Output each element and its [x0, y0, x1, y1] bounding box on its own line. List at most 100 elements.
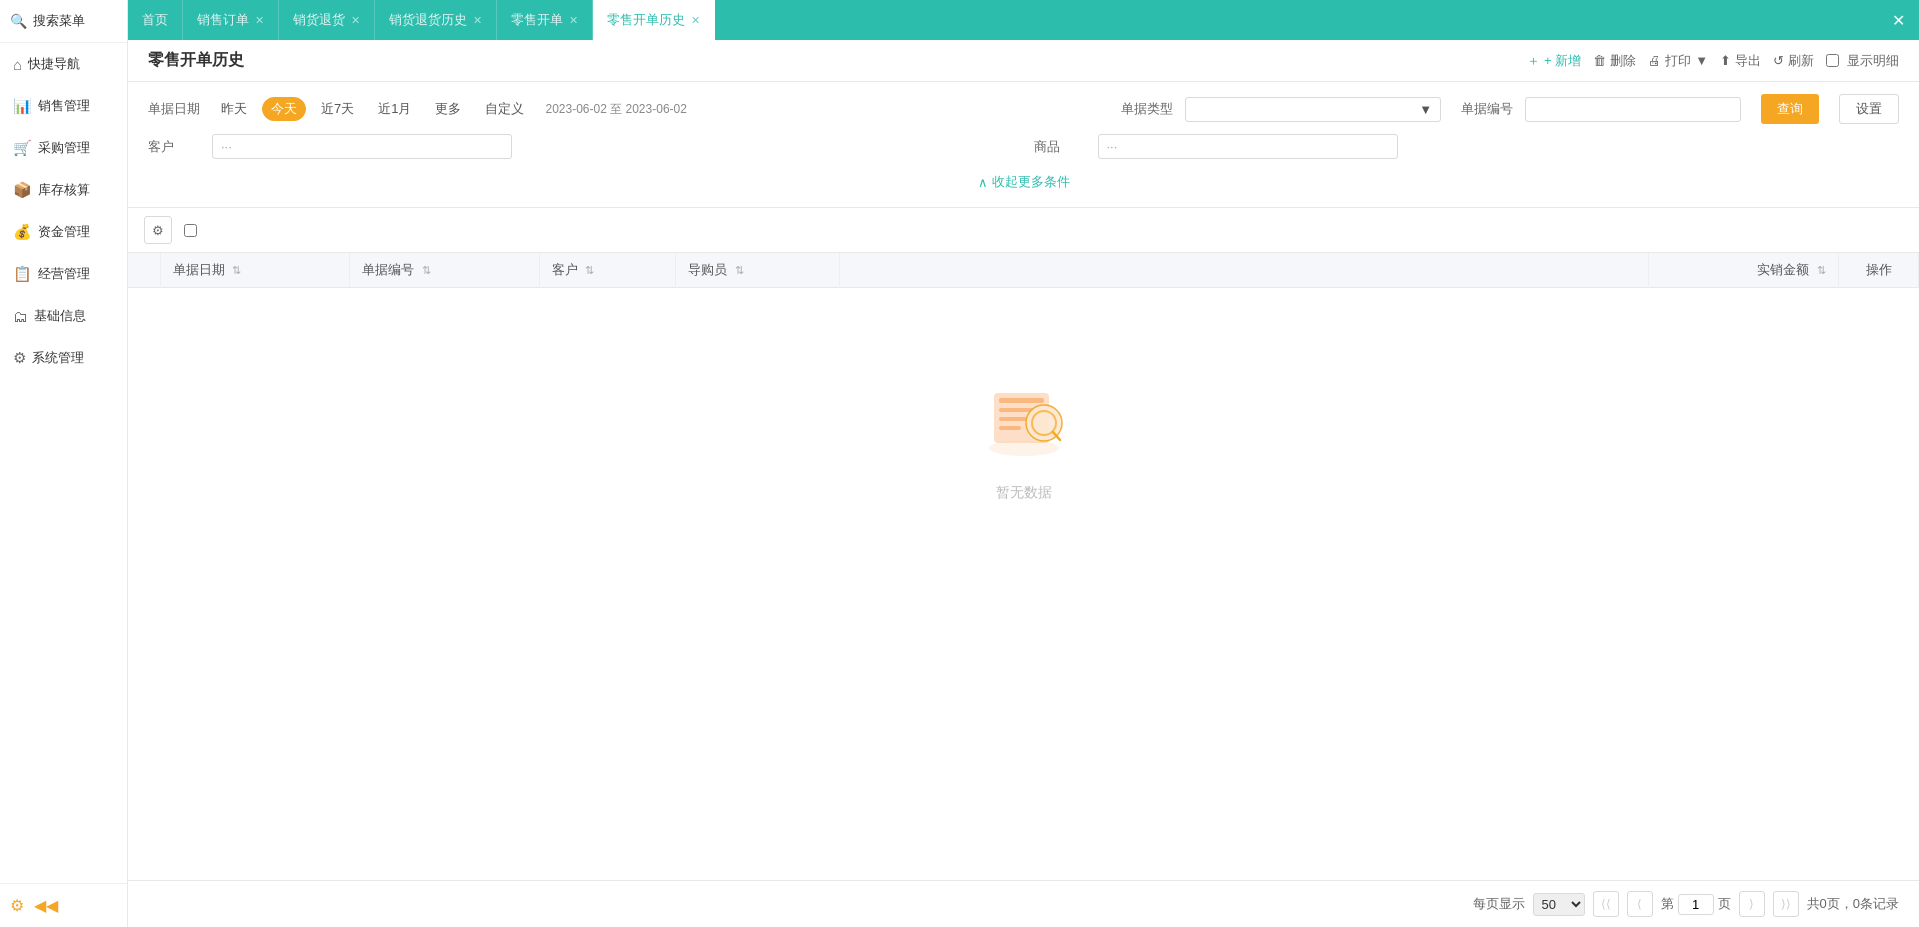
- search-menu-item[interactable]: 🔍 搜索菜单: [0, 0, 127, 43]
- pagination-total: 共0页，0条记录: [1807, 895, 1899, 913]
- page-indicator: 第 页: [1661, 894, 1731, 915]
- delete-button[interactable]: 🗑 删除: [1593, 52, 1636, 70]
- tab-label: 销货退货历史: [389, 11, 467, 29]
- sidebar-item-operations[interactable]: 📋 经营管理: [0, 253, 127, 295]
- table-header-row: 单据日期 ⇅ 单据编号 ⇅ 客户 ⇅: [128, 253, 1919, 288]
- tab-retail-open-history[interactable]: 零售开单历史 ✕: [593, 0, 715, 40]
- info-icon: 🗂: [13, 308, 28, 325]
- goods-select[interactable]: ···: [1098, 134, 1398, 159]
- tab-label: 首页: [142, 11, 168, 29]
- tab-close-icon[interactable]: ✕: [691, 14, 700, 27]
- search-icon: 🔍: [10, 13, 27, 29]
- sidebar-item-label: 经营管理: [38, 265, 90, 283]
- date-btn-yesterday[interactable]: 昨天: [212, 97, 256, 121]
- delete-icon: 🗑: [1593, 53, 1606, 68]
- display-cols-label: 显示明细: [1847, 52, 1899, 70]
- sidebar-item-purchase-mgmt[interactable]: 🛒 采购管理: [0, 127, 127, 169]
- th-amount[interactable]: 实销金额 ⇅: [1649, 253, 1839, 288]
- customer-label: 客户: [148, 138, 204, 156]
- settings-icon[interactable]: ⚙: [10, 896, 24, 915]
- svg-rect-2: [999, 398, 1044, 403]
- sidebar: 🔍 搜索菜单 ⌂ 快捷导航 📊 销售管理 🛒 采购管理 📦 库存核算 💰 资金管…: [0, 0, 128, 927]
- add-icon: ＋: [1527, 52, 1540, 70]
- query-button[interactable]: 查询: [1761, 94, 1819, 124]
- date-btn-custom[interactable]: 自定义: [476, 97, 533, 121]
- sort-icon: ⇅: [735, 264, 744, 276]
- display-cols-checkbox[interactable]: [1826, 54, 1839, 67]
- next-page-btn[interactable]: ⟩: [1739, 891, 1765, 917]
- tab-sales-return-history[interactable]: 销货退货历史 ✕: [375, 0, 497, 40]
- tab-close-icon[interactable]: ✕: [473, 14, 482, 27]
- date-btn-1month[interactable]: 近1月: [369, 97, 420, 121]
- select-all-checkbox[interactable]: [184, 224, 197, 237]
- page-label: 第: [1661, 895, 1674, 913]
- cart-icon: 🛒: [13, 139, 32, 157]
- doc-no-input[interactable]: [1525, 97, 1741, 122]
- empty-state: 暂无数据: [128, 288, 1919, 542]
- tab-retail-open[interactable]: 零售开单 ✕: [497, 0, 593, 40]
- empty-illustration: [974, 368, 1074, 468]
- settings-button[interactable]: 设置: [1839, 94, 1899, 124]
- first-page-btn[interactable]: ⟨⟨: [1593, 891, 1619, 917]
- last-page-btn[interactable]: ⟩⟩: [1773, 891, 1799, 917]
- delete-label: 删除: [1610, 52, 1636, 70]
- print-dropdown-icon: ▼: [1695, 53, 1708, 68]
- tab-close-icon[interactable]: ✕: [569, 14, 578, 27]
- table-toolbar: ⚙: [128, 208, 1919, 253]
- chevron-up-icon: ∧: [978, 175, 988, 190]
- display-cols-button[interactable]: 显示明细: [1826, 52, 1899, 70]
- add-button[interactable]: ＋ + 新增: [1527, 52, 1581, 70]
- sidebar-item-quick-nav[interactable]: ⌂ 快捷导航: [0, 43, 127, 85]
- sidebar-item-sys-mgmt[interactable]: ⚙ 系统管理: [0, 337, 127, 379]
- prev-page-btn[interactable]: ⟨: [1627, 891, 1653, 917]
- filter-row-1: 单据日期 昨天 今天 近7天 近1月 更多 自定义 2023-06-02 至 2…: [148, 94, 1899, 124]
- sidebar-item-sales-mgmt[interactable]: 📊 销售管理: [0, 85, 127, 127]
- empty-text: 暂无数据: [996, 484, 1052, 502]
- collapse-more-btn[interactable]: ∧ 收起更多条件: [148, 169, 1899, 195]
- date-buttons: 昨天 今天 近7天 近1月 更多 自定义: [212, 97, 533, 121]
- export-button[interactable]: ⬆ 导出: [1720, 52, 1761, 70]
- tab-sales-return[interactable]: 销货退货 ✕: [279, 0, 375, 40]
- sort-icon: ⇅: [232, 264, 241, 276]
- date-btn-more[interactable]: 更多: [426, 97, 470, 121]
- th-date[interactable]: 单据日期 ⇅: [160, 253, 350, 288]
- tab-label: 销货退货: [293, 11, 345, 29]
- print-button[interactable]: 🖨 打印 ▼: [1648, 52, 1708, 70]
- goods-label: 商品: [1034, 138, 1090, 156]
- sidebar-item-finance[interactable]: 💰 资金管理: [0, 211, 127, 253]
- per-page-label: 每页显示: [1473, 895, 1525, 913]
- tab-label: 零售开单历史: [607, 11, 685, 29]
- sidebar-item-label: 系统管理: [32, 349, 84, 367]
- th-salesperson[interactable]: 导购员 ⇅: [676, 253, 839, 288]
- tab-sales-order[interactable]: 销售订单 ✕: [183, 0, 279, 40]
- chevron-down-icon: ▼: [1419, 102, 1432, 117]
- col-date-label: 单据日期: [173, 262, 225, 277]
- sidebar-item-inventory[interactable]: 📦 库存核算: [0, 169, 127, 211]
- table-area: ⚙ 单据日期 ⇅ 单据编号 ⇅: [128, 208, 1919, 880]
- page-suffix: 页: [1718, 895, 1731, 913]
- sidebar-item-label: 销售管理: [38, 97, 90, 115]
- chart-icon: 📊: [13, 97, 32, 115]
- th-customer[interactable]: 客户 ⇅: [539, 253, 676, 288]
- sort-icon: ⇅: [422, 264, 431, 276]
- collapse-sidebar-icon[interactable]: ◀◀: [34, 896, 58, 915]
- tab-close-icon[interactable]: ✕: [255, 14, 264, 27]
- doc-type-select[interactable]: ▼: [1185, 97, 1441, 122]
- export-label: 导出: [1735, 52, 1761, 70]
- tab-close-icon[interactable]: ✕: [351, 14, 360, 27]
- col-amount-label: 实销金额: [1757, 262, 1809, 277]
- per-page-select[interactable]: 50 10 20 100: [1533, 893, 1585, 916]
- main-area: 首页 销售订单 ✕ 销货退货 ✕ 销货退货历史 ✕ 零售开单 ✕ 零售开单历史 …: [128, 0, 1919, 927]
- customer-select[interactable]: ···: [212, 134, 512, 159]
- svg-rect-3: [999, 408, 1034, 412]
- page-input[interactable]: [1678, 894, 1714, 915]
- refresh-button[interactable]: ↺ 刷新: [1773, 52, 1814, 70]
- pagination: 每页显示 50 10 20 100 ⟨⟨ ⟨ 第 页 ⟩ ⟩⟩ 共0页，0条记录: [128, 880, 1919, 927]
- tab-home[interactable]: 首页: [128, 0, 183, 40]
- th-no[interactable]: 单据编号 ⇅: [350, 253, 540, 288]
- date-btn-7days[interactable]: 近7天: [312, 97, 363, 121]
- table-settings-icon[interactable]: ⚙: [144, 216, 172, 244]
- sidebar-item-basic-info[interactable]: 🗂 基础信息: [0, 295, 127, 337]
- close-all-tabs-btn[interactable]: ✕: [1878, 11, 1919, 30]
- date-btn-today[interactable]: 今天: [262, 97, 306, 121]
